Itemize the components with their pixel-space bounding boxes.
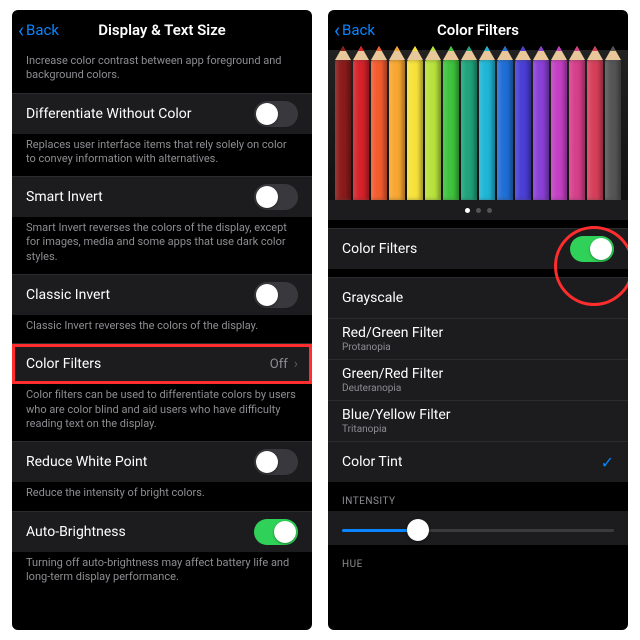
back-label: Back xyxy=(342,21,375,39)
page-title: Color Filters xyxy=(437,21,519,39)
page-indicator[interactable] xyxy=(328,200,628,220)
row-label: Differentiate Without Color xyxy=(26,106,254,122)
pencil-icon xyxy=(497,60,513,200)
pencil-icon xyxy=(443,60,459,200)
toggle-classic-invert[interactable] xyxy=(254,282,298,308)
row-label: Grayscale xyxy=(342,290,614,306)
page-dot[interactable] xyxy=(487,208,492,213)
row-label: Red/Green Filter Protanopia xyxy=(342,325,614,353)
intensity-header: INTENSITY xyxy=(328,482,628,511)
navbar: ‹ Back Color Filters xyxy=(328,10,628,50)
back-button[interactable]: ‹ Back xyxy=(334,20,375,40)
classic-invert-description: Classic Invert reverses the colors of th… xyxy=(12,315,312,343)
row-reduce-white-point[interactable]: Reduce White Point xyxy=(12,441,312,482)
page-title: Display & Text Size xyxy=(98,21,226,39)
row-label: Color Filters xyxy=(26,356,270,372)
checkmark-icon: ✓ xyxy=(601,453,614,472)
row-label: Reduce White Point xyxy=(26,454,254,470)
pencil-icon xyxy=(515,60,531,200)
chevron-right-icon: › xyxy=(294,356,298,372)
pencil-icon xyxy=(533,60,549,200)
row-classic-invert[interactable]: Classic Invert xyxy=(12,274,312,315)
pencil-icon xyxy=(605,60,621,200)
pencil-icon xyxy=(425,60,441,200)
navbar: ‹ Back Display & Text Size xyxy=(12,10,312,50)
pencil-icon xyxy=(335,60,351,200)
row-label: Color Filters xyxy=(342,241,570,257)
pencil-icon xyxy=(569,60,585,200)
row-label: Classic Invert xyxy=(26,287,254,303)
pencil-icon xyxy=(479,60,495,200)
toggle-color-filters[interactable] xyxy=(570,236,614,262)
smart-invert-description: Smart Invert reverses the colors of the … xyxy=(12,217,312,274)
option-blue-yellow[interactable]: Blue/Yellow Filter Tritanopia xyxy=(328,400,628,441)
pencil-icon xyxy=(461,60,477,200)
settings-list[interactable]: Increase color contrast between app fore… xyxy=(12,50,312,630)
toggle-reduce-white-point[interactable] xyxy=(254,449,298,475)
pencil-icon xyxy=(353,60,369,200)
back-label: Back xyxy=(26,21,59,39)
pencil-icon xyxy=(371,60,387,200)
option-grayscale[interactable]: Grayscale xyxy=(328,277,628,318)
row-color-filters-toggle[interactable]: Color Filters xyxy=(328,228,628,269)
row-label: Color Tint xyxy=(342,454,601,470)
page-dot[interactable] xyxy=(476,208,481,213)
screenshot-left: ‹ Back Display & Text Size Increase colo… xyxy=(12,10,312,630)
intensity-slider[interactable] xyxy=(328,511,628,545)
option-color-tint[interactable]: Color Tint ✓ xyxy=(328,441,628,482)
chevron-left-icon: ‹ xyxy=(18,20,24,40)
pencil-preview[interactable] xyxy=(328,50,628,200)
differentiate-description: Replaces user interface items that rely … xyxy=(12,134,312,177)
row-label: Auto-Brightness xyxy=(26,524,254,540)
toggle-differentiate[interactable] xyxy=(254,101,298,127)
hue-header: HUE xyxy=(328,545,628,574)
toggle-auto-brightness[interactable] xyxy=(254,519,298,545)
color-filters-description: Color filters can be used to differentia… xyxy=(12,384,312,441)
row-differentiate-without-color[interactable]: Differentiate Without Color xyxy=(12,93,312,134)
row-label: Blue/Yellow Filter Tritanopia xyxy=(342,407,614,435)
row-label: Smart Invert xyxy=(26,189,254,205)
row-smart-invert[interactable]: Smart Invert xyxy=(12,176,312,217)
chevron-left-icon: ‹ xyxy=(334,20,340,40)
toggle-smart-invert[interactable] xyxy=(254,184,298,210)
pencil-icon xyxy=(551,60,567,200)
contrast-description: Increase color contrast between app fore… xyxy=(12,50,312,93)
screenshot-right: ‹ Back Color Filters Color Filters Grays… xyxy=(328,10,628,630)
option-green-red[interactable]: Green/Red Filter Deuteranopia xyxy=(328,359,628,400)
row-value: Off xyxy=(270,357,288,372)
row-auto-brightness[interactable]: Auto-Brightness xyxy=(12,511,312,552)
reduce-white-point-description: Reduce the intensity of bright colors. xyxy=(12,482,312,510)
auto-brightness-description: Turning off auto-brightness may affect b… xyxy=(12,552,312,595)
option-red-green[interactable]: Red/Green Filter Protanopia xyxy=(328,318,628,359)
pencil-icon xyxy=(587,60,603,200)
page-dot[interactable] xyxy=(465,208,470,213)
back-button[interactable]: ‹ Back xyxy=(18,20,59,40)
pencil-icon xyxy=(407,60,423,200)
row-color-filters[interactable]: Color Filters Off › xyxy=(12,343,312,384)
row-label: Green/Red Filter Deuteranopia xyxy=(342,366,614,394)
pencil-icon xyxy=(389,60,405,200)
